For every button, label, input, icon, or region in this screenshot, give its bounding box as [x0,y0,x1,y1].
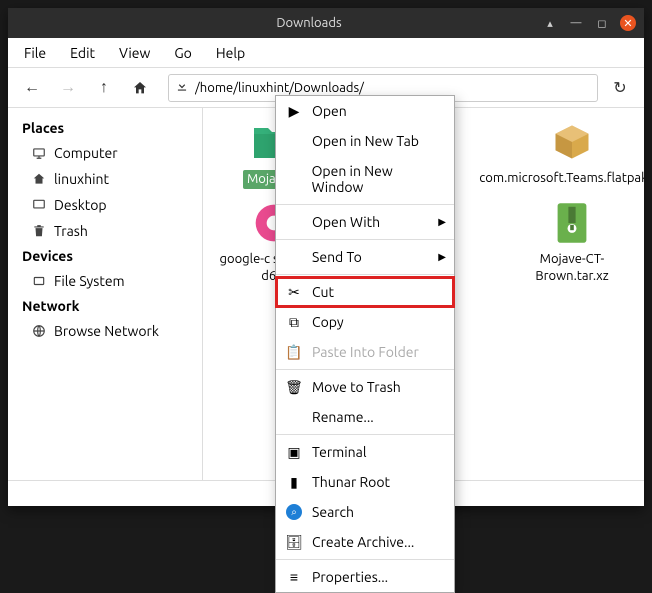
up-button[interactable]: ↑ [90,74,118,102]
file-item[interactable]: Mojave-CT-Brown.tar.xz [513,199,631,285]
cut-icon: ✂ [286,284,302,300]
ctx-terminal[interactable]: ▣Terminal [276,437,454,467]
menu-file[interactable]: File [14,41,56,65]
ctx-cut[interactable]: ✂Cut [276,277,454,307]
sidebar: Places Computer linuxhint Desktop Trash … [8,108,203,480]
devices-header: Devices [8,244,202,268]
ctx-trash[interactable]: 🗑Move to Trash [276,372,454,402]
download-icon [175,79,189,96]
ctx-send-to[interactable]: Send To▶ [276,242,454,272]
terminal-icon: ▣ [286,444,302,460]
copy-icon: ⧉ [286,314,302,330]
sidebar-item-home[interactable]: linuxhint [8,166,202,192]
network-header: Network [8,294,202,318]
sidebar-item-browse-network[interactable]: Browse Network [8,318,202,344]
folder-icon: ▮ [286,474,302,490]
context-menu: ▶Open Open in New Tab Open in New Window… [275,95,455,593]
ctx-open-window[interactable]: Open in New Window [276,156,454,202]
menu-help[interactable]: Help [206,41,255,65]
home-button[interactable] [126,74,154,102]
properties-icon: ≡ [286,569,302,585]
archive-icon [540,199,604,247]
menubar: File Edit View Go Help [8,38,644,68]
chevron-right-icon: ▶ [438,251,446,263]
open-icon: ▶ [286,103,302,119]
package-icon [540,118,604,166]
maximize-icon[interactable]: ◻ [594,15,610,31]
window-title: Downloads [76,16,542,30]
ctx-open-tab[interactable]: Open in New Tab [276,126,454,156]
menu-view[interactable]: View [109,41,160,65]
ctx-search[interactable]: ⌕Search [276,497,454,527]
forward-button: → [54,74,82,102]
search-icon: ⌕ [286,504,302,520]
ctx-thunar-root[interactable]: ▮Thunar Root [276,467,454,497]
back-button[interactable]: ← [18,74,46,102]
sidebar-item-trash[interactable]: Trash [8,218,202,244]
menu-edit[interactable]: Edit [60,41,105,65]
menu-go[interactable]: Go [164,41,201,65]
ctx-paste: 📋Paste Into Folder [276,337,454,367]
ctx-open-with[interactable]: Open With▶ [276,207,454,237]
sidebar-item-computer[interactable]: Computer [8,140,202,166]
reload-button[interactable]: ↻ [606,74,634,102]
ctx-properties[interactable]: ≡Properties... [276,562,454,592]
ctx-open[interactable]: ▶Open [276,96,454,126]
sidebar-item-desktop[interactable]: Desktop [8,192,202,218]
close-icon[interactable]: ✕ [620,15,636,31]
titlebar: Downloads ▴ — ◻ ✕ [8,8,644,38]
ctx-rename[interactable]: Rename... [276,402,454,432]
file-item[interactable]: com.microsoft.Teams.flatpakref [513,118,631,189]
keep-above-icon[interactable]: ▴ [542,15,558,31]
ctx-archive[interactable]: 🗄Create Archive... [276,527,454,557]
archive-icon: 🗄 [286,534,302,550]
path-input[interactable] [195,81,591,95]
trash-icon: 🗑 [286,379,302,395]
paste-icon: 📋 [286,344,302,360]
ctx-copy[interactable]: ⧉Copy [276,307,454,337]
chevron-right-icon: ▶ [438,216,446,228]
sidebar-item-filesystem[interactable]: File System [8,268,202,294]
places-header: Places [8,116,202,140]
minimize-icon[interactable]: — [568,15,584,31]
